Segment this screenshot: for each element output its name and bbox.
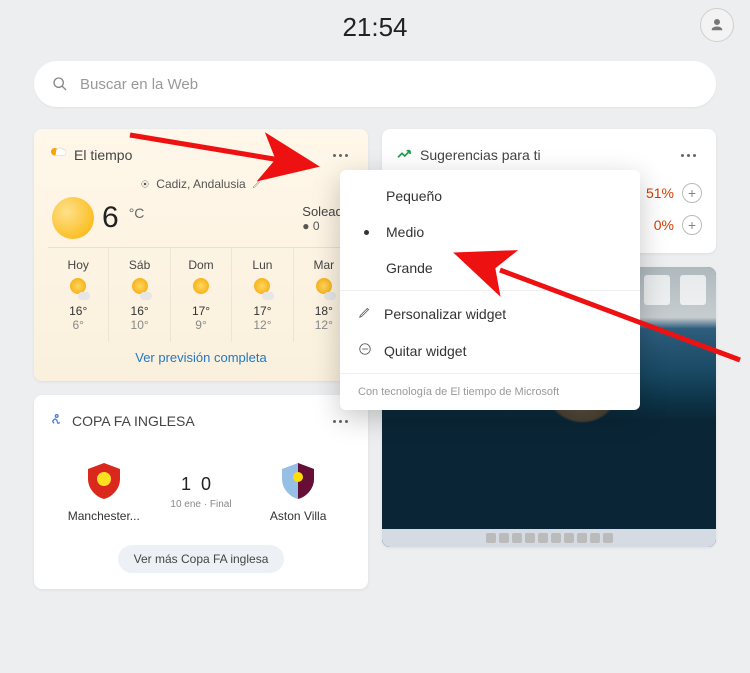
temp-unit: °C (129, 205, 145, 221)
forecast-day[interactable]: Sáb 16° 10° (109, 248, 170, 342)
weather-day-icon (191, 278, 211, 298)
mufc-crest-icon (84, 461, 124, 501)
forecast-day[interactable]: Lun 17° 12° (232, 248, 293, 342)
remove-icon (358, 342, 372, 359)
weather-day-icon (252, 278, 272, 298)
suggestions-more-button[interactable] (674, 141, 702, 169)
menu-separator (340, 373, 640, 374)
menu-item-small[interactable]: Pequeño (340, 178, 640, 214)
suggestion-percent: 0% (654, 217, 674, 233)
widget-size-menu: Pequeño Medio Grande Personalizar widget… (340, 170, 640, 410)
selected-dot-icon (358, 230, 374, 235)
weather-full-link[interactable]: Ver previsión completa (48, 342, 354, 369)
forecast-day[interactable]: Hoy 16° 6° (48, 248, 109, 342)
match-score: 10 10 ene · Final (170, 474, 231, 510)
avfc-crest-icon (278, 461, 318, 501)
add-button[interactable]: + (682, 183, 702, 203)
weather-icon (48, 145, 66, 166)
person-icon (708, 16, 726, 34)
pencil-icon (358, 305, 372, 322)
home-team[interactable]: Manchester... (59, 461, 149, 523)
taskbar (382, 529, 716, 547)
sports-title: COPA FA INGLESA (72, 413, 318, 429)
suggestion-percent: 51% (646, 185, 674, 201)
menu-item-remove[interactable]: Quitar widget (340, 332, 640, 369)
clock: 21:54 (0, 0, 750, 43)
more-icon (681, 154, 696, 157)
pencil-icon (252, 179, 262, 189)
menu-powered-by: Con tecnología de El tiempo de Microsoft (340, 378, 640, 402)
weather-more-button[interactable] (326, 141, 354, 169)
search-icon (52, 76, 68, 92)
weather-day-icon (68, 278, 88, 298)
weather-day-icon (130, 278, 150, 298)
add-button[interactable]: + (682, 215, 702, 235)
running-icon (48, 412, 64, 431)
weather-location[interactable]: Cadiz, Andalusia (48, 177, 354, 191)
menu-item-large[interactable]: Grande (340, 250, 640, 286)
sun-icon (52, 197, 94, 239)
search-input[interactable] (80, 76, 698, 93)
menu-item-customize[interactable]: Personalizar widget (340, 295, 640, 332)
menu-separator (340, 290, 640, 291)
away-team[interactable]: Aston Villa (253, 461, 343, 523)
desktop-icons (644, 275, 706, 305)
sports-more-button[interactable] (326, 407, 354, 435)
weather-title: El tiempo (74, 147, 318, 163)
more-icon (333, 154, 348, 157)
weather-widget: El tiempo Cadiz, Andalusia 6 °C Soleado (34, 129, 368, 381)
target-icon (140, 179, 150, 189)
forecast-row: Hoy 16° 6° Sáb 16° 10° Dom 17° 9° Lun 17… (48, 247, 354, 342)
trend-icon (396, 146, 412, 165)
sports-more-link[interactable]: Ver más Copa FA inglesa (118, 545, 285, 573)
weather-day-icon (314, 278, 334, 298)
sports-widget: COPA FA INGLESA Manchester... 10 10 ene … (34, 395, 368, 589)
profile-button[interactable] (700, 8, 734, 42)
more-icon (333, 420, 348, 423)
suggestions-title: Sugerencias para ti (420, 147, 666, 163)
search-bar[interactable] (34, 61, 716, 107)
forecast-day[interactable]: Dom 17° 9° (171, 248, 232, 342)
menu-item-medium[interactable]: Medio (340, 214, 640, 250)
current-temp: 6 (102, 201, 119, 235)
